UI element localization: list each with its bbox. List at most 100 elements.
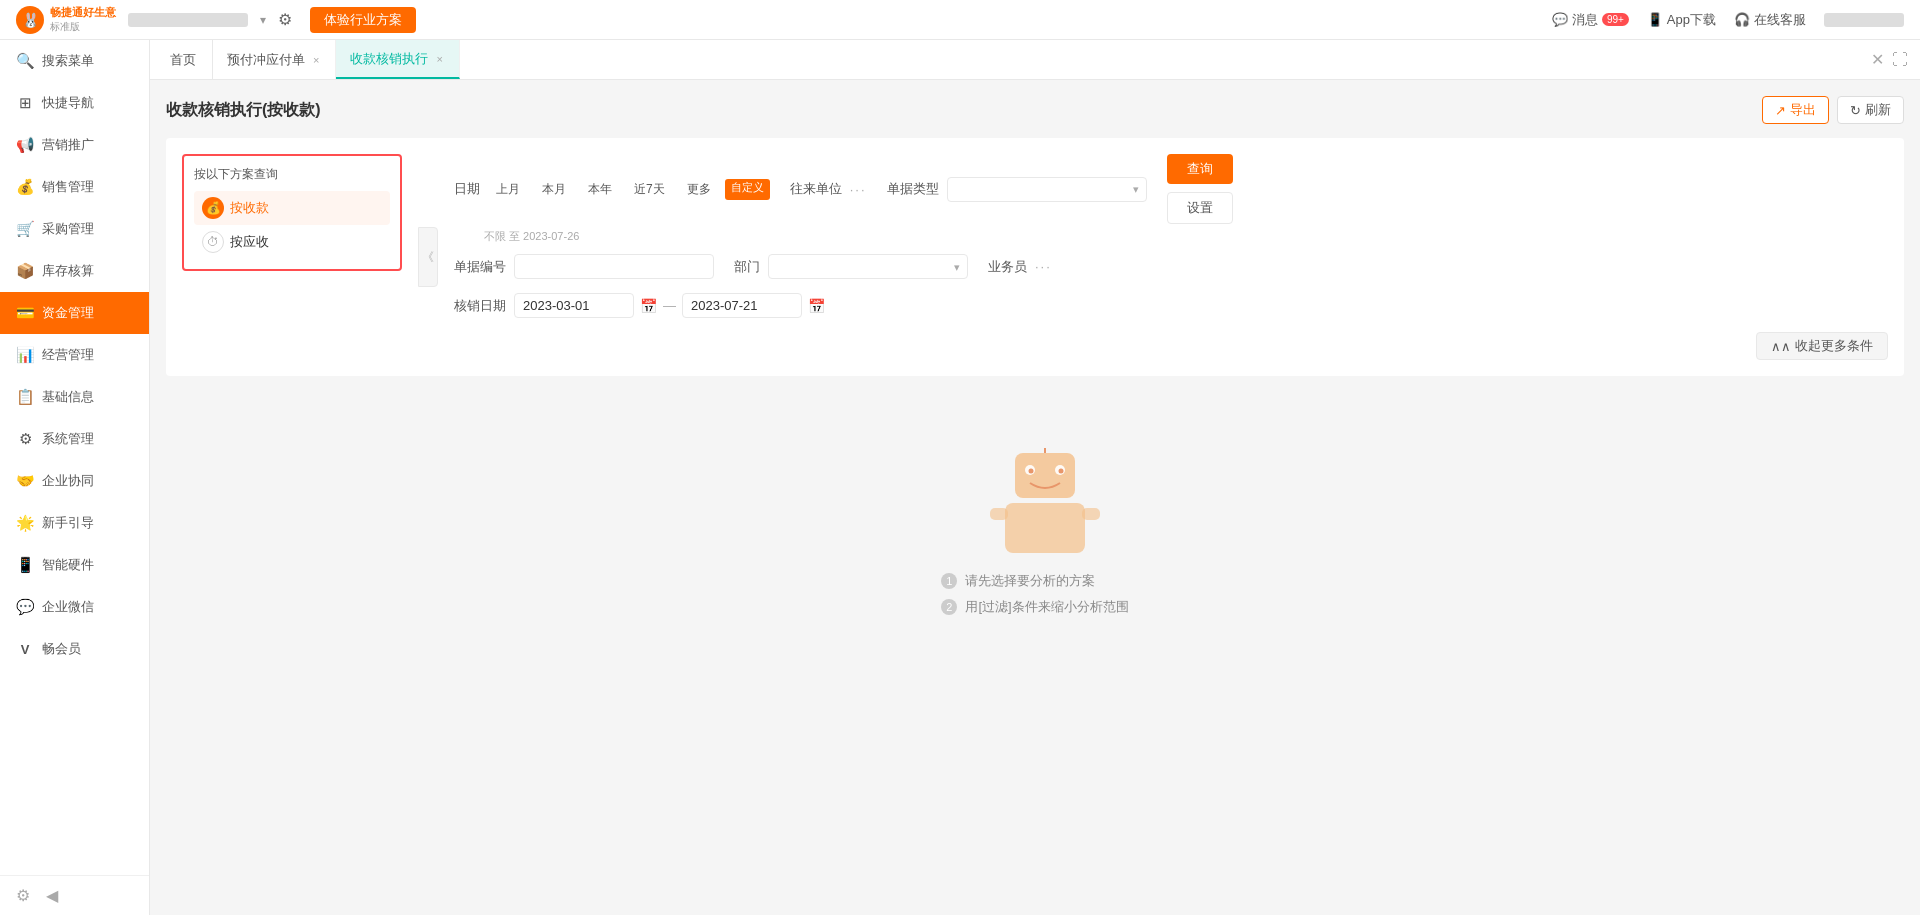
date-btn-this-year[interactable]: 本年 — [580, 179, 620, 200]
filter-option-by-receipt[interactable]: 💰 按收款 — [194, 191, 390, 225]
tab-close-icon[interactable]: ✕ — [1871, 50, 1884, 69]
sales-icon: 💰 — [16, 178, 34, 196]
sidebar-item-hardware[interactable]: 📱 智能硬件 — [0, 544, 149, 586]
message-button[interactable]: 💬 消息 99+ — [1552, 11, 1629, 29]
guide-icon: 🌟 — [16, 514, 34, 532]
sidebar-settings-icon[interactable]: ⚙ — [16, 886, 30, 905]
sidebar-label-purchase: 采购管理 — [42, 220, 94, 238]
export-button[interactable]: ↗ 导出 — [1762, 96, 1829, 124]
finance-icon: 💳 — [16, 304, 34, 322]
tip-num-2: 2 — [941, 599, 957, 615]
purchase-icon: 🛒 — [16, 220, 34, 238]
dept-select[interactable] — [768, 254, 968, 279]
solution-button[interactable]: 体验行业方案 — [310, 7, 416, 33]
partner-label: 往来单位 — [790, 180, 842, 198]
sidebar-item-system[interactable]: ⚙ 系统管理 — [0, 418, 149, 460]
doc-type-select[interactable] — [947, 177, 1147, 202]
filter-collapse-toggle[interactable]: 《 — [418, 227, 438, 287]
svg-point-3 — [1029, 469, 1034, 474]
doc-type-field: 单据类型 — [887, 177, 1147, 202]
query-button[interactable]: 查询 — [1167, 154, 1233, 184]
filter-panel: 按以下方案查询 💰 按收款 ⏱ 按应收 《 — [166, 138, 1904, 376]
message-icon: 💬 — [1552, 12, 1568, 27]
verify-date-start-input[interactable] — [514, 293, 634, 318]
sidebar-collapse-icon[interactable]: ◀ — [46, 886, 58, 905]
sidebar-item-wechat[interactable]: 💬 企业微信 — [0, 586, 149, 628]
staff-dots: ··· — [1035, 259, 1052, 274]
logo-icon: 🐰 — [16, 6, 44, 34]
sidebar-item-member[interactable]: V 畅会员 — [0, 628, 149, 670]
tab-home[interactable]: 首页 — [154, 40, 213, 79]
collapse-chevron-icon: ∧∧ — [1771, 339, 1791, 354]
dropdown-icon[interactable]: ▾ — [260, 13, 266, 27]
settings-button[interactable]: 设置 — [1167, 192, 1233, 224]
tab-home-label: 首页 — [170, 51, 196, 69]
filter-type-selector: 按以下方案查询 💰 按收款 ⏱ 按应收 — [182, 154, 402, 271]
sidebar-label-guide: 新手引导 — [42, 514, 94, 532]
filter-option-receipt-label: 按收款 — [230, 199, 269, 217]
calendar-start-icon[interactable]: 📅 — [640, 298, 657, 314]
refresh-button[interactable]: ↻ 刷新 — [1837, 96, 1904, 124]
partner-dots: ··· — [850, 182, 867, 197]
doc-no-field: 单据编号 — [454, 254, 714, 279]
tab-prepay-close[interactable]: × — [311, 52, 321, 68]
online-service-button[interactable]: 🎧 在线客服 — [1734, 11, 1806, 29]
doc-type-select-wrapper — [947, 177, 1147, 202]
date-btn-more[interactable]: 更多 — [679, 179, 719, 200]
filter-option-by-receivable[interactable]: ⏱ 按应收 — [194, 225, 390, 259]
collapse-more-label: 收起更多条件 — [1795, 337, 1873, 355]
online-service-label: 在线客服 — [1754, 11, 1806, 29]
main-layout: 🔍 搜索菜单 ⊞ 快捷导航 📢 营销推广 💰 销售管理 🛒 采购管理 📦 库存核… — [0, 40, 1920, 915]
app-logo: 🐰 畅捷通好生意 标准版 — [16, 5, 116, 34]
content-area: 首页 预付冲应付单 × 收款核销执行 × ✕ ⛶ 收款核销执行(按收款) — [150, 40, 1920, 915]
marketing-icon: 📢 — [16, 136, 34, 154]
date-btn-7days[interactable]: 近7天 — [626, 179, 673, 200]
sidebar-item-shortcut[interactable]: ⊞ 快捷导航 — [0, 82, 149, 124]
sidebar-item-sales[interactable]: 💰 销售管理 — [0, 166, 149, 208]
page-header: 收款核销执行(按收款) ↗ 导出 ↻ 刷新 — [166, 96, 1904, 124]
tab-bar: 首页 预付冲应付单 × 收款核销执行 × ✕ ⛶ — [150, 40, 1920, 80]
collapse-more-button[interactable]: ∧∧ 收起更多条件 — [1756, 332, 1888, 360]
page-content: 收款核销执行(按收款) ↗ 导出 ↻ 刷新 按以 — [150, 80, 1920, 915]
doc-no-label: 单据编号 — [454, 258, 506, 276]
sidebar-item-cooperation[interactable]: 🤝 企业协同 — [0, 460, 149, 502]
sidebar-item-finance[interactable]: 💳 资金管理 — [0, 292, 149, 334]
brand-name: 畅捷通好生意 — [50, 5, 116, 20]
empty-tip-2: 2 用[过滤]条件来缩小分析范围 — [941, 594, 1128, 620]
gear-icon[interactable]: ⚙ — [278, 10, 298, 30]
date-custom-tag[interactable]: 自定义 — [725, 179, 770, 200]
doc-no-input[interactable] — [514, 254, 714, 279]
app-download-button[interactable]: 📱 App下载 — [1647, 11, 1716, 29]
date-btn-last-month[interactable]: 上月 — [488, 179, 528, 200]
tab-expand-icon[interactable]: ⛶ — [1892, 51, 1908, 69]
verify-date-end-input[interactable] — [682, 293, 802, 318]
sidebar-label-wechat: 企业微信 — [42, 598, 94, 616]
sidebar-item-search[interactable]: 🔍 搜索菜单 — [0, 40, 149, 82]
basic-icon: 📋 — [16, 388, 34, 406]
download-icon: 📱 — [1647, 12, 1663, 27]
brand-version: 标准版 — [50, 20, 116, 34]
tab-prepay[interactable]: 预付冲应付单 × — [213, 40, 336, 79]
tab-verify-close[interactable]: × — [434, 51, 444, 67]
sidebar-item-purchase[interactable]: 🛒 采购管理 — [0, 208, 149, 250]
message-badge: 99+ — [1602, 13, 1629, 26]
sidebar-item-inventory[interactable]: 📦 库存核算 — [0, 250, 149, 292]
svg-rect-9 — [1082, 508, 1100, 520]
sidebar-item-guide[interactable]: 🌟 新手引导 — [0, 502, 149, 544]
sidebar-item-business[interactable]: 📊 经营管理 — [0, 334, 149, 376]
calendar-end-icon[interactable]: 📅 — [808, 298, 825, 314]
top-bar-right: 💬 消息 99+ 📱 App下载 🎧 在线客服 — [1552, 11, 1904, 29]
sidebar-item-marketing[interactable]: 📢 营销推广 — [0, 124, 149, 166]
sidebar-item-basic[interactable]: 📋 基础信息 — [0, 376, 149, 418]
tab-verify[interactable]: 收款核销执行 × — [336, 40, 459, 79]
verify-date-label: 核销日期 — [454, 297, 506, 315]
date-btn-this-month[interactable]: 本月 — [534, 179, 574, 200]
sidebar-label-system: 系统管理 — [42, 430, 94, 448]
workspace-name — [128, 13, 248, 27]
date-label: 日期 — [454, 180, 480, 198]
sidebar-label-member: 畅会员 — [42, 640, 81, 658]
filter-option-receivable-label: 按应收 — [230, 233, 269, 251]
query-settings: 查询 设置 — [1167, 154, 1233, 224]
page-title: 收款核销执行(按收款) — [166, 100, 321, 121]
tab-bar-right: ✕ ⛶ — [1871, 50, 1916, 69]
